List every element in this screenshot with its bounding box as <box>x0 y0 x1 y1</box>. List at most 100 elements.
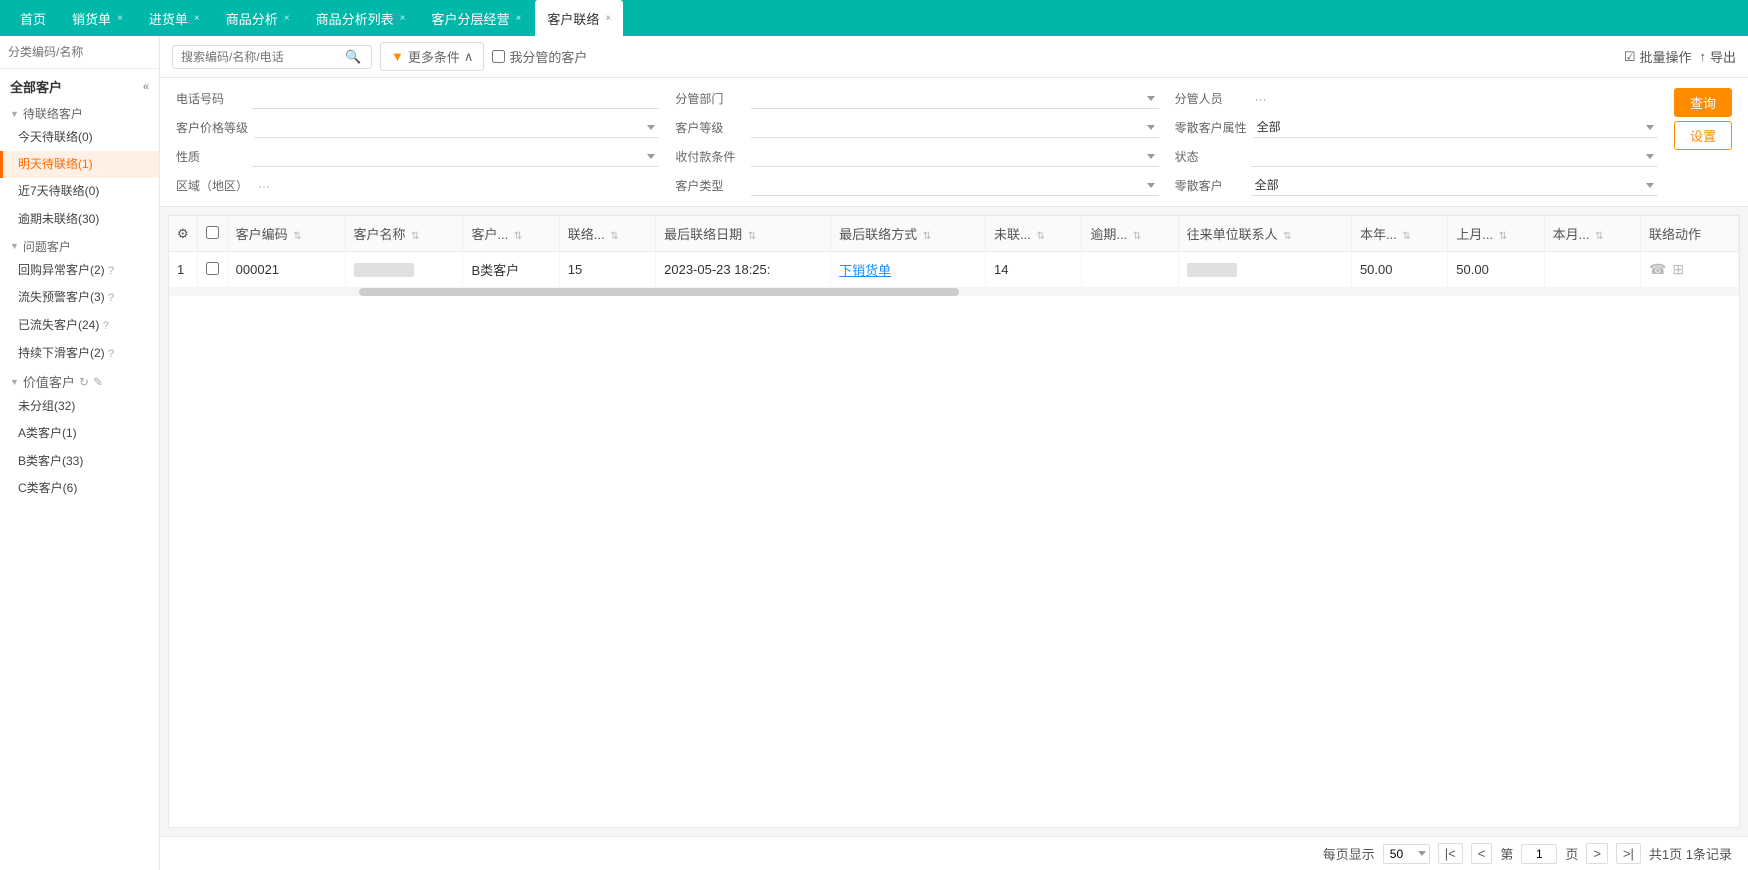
close-icon[interactable]: × <box>194 13 200 24</box>
filter-nature: 性质 <box>176 146 659 167</box>
main-search-box: 🔍 <box>172 45 372 69</box>
customer-table: ⚙ 客户编码 ⇅ 客户名称 ⇅ 客户... ⇅ 联络... ⇅ 最后联络日期 ⇅… <box>169 216 1739 288</box>
nav-purchase-order[interactable]: 进货单 × <box>137 0 212 36</box>
contact-action-icon[interactable]: ☎ <box>1649 261 1666 278</box>
batch-action-btn[interactable]: ☑ 批量操作 <box>1624 47 1692 66</box>
my-customers-checkbox[interactable] <box>492 50 505 63</box>
first-page-btn[interactable]: |< <box>1438 843 1463 864</box>
prev-page-btn[interactable]: < <box>1471 843 1493 864</box>
more-action-icon[interactable]: ⊞ <box>1672 261 1684 278</box>
filter-row-4: 区域（地区） ··· 客户类型 零散客户 全部 <box>176 175 1658 196</box>
collapse-icon[interactable]: « <box>143 81 149 93</box>
nav-customer-tier[interactable]: 客户分层经营 × <box>419 0 533 36</box>
cell-code: 000021 <box>227 252 345 288</box>
next-page-btn[interactable]: > <box>1586 843 1608 864</box>
col-gear: ⚙ <box>169 216 197 252</box>
sidebar-item-churned[interactable]: 已流失客户(24) ? <box>0 312 159 340</box>
col-this-year: 本年... ⇅ <box>1351 216 1447 252</box>
page-input[interactable] <box>1521 844 1557 864</box>
cell-name <box>345 252 463 288</box>
nav-sales-order[interactable]: 销货单 × <box>60 0 135 36</box>
chevron-up-icon: ∧ <box>464 49 474 65</box>
area-more-btn[interactable]: ··· <box>254 177 274 195</box>
sidebar-item-7days[interactable]: 近7天待联络(0) <box>0 178 159 205</box>
col-overdue: 逾期... ⇅ <box>1082 216 1178 252</box>
filter-actions: 查询 设置 <box>1674 88 1732 196</box>
sidebar-search-input[interactable] <box>8 45 160 59</box>
sidebar-item-class-b[interactable]: B类客户(33) <box>0 448 159 475</box>
close-icon[interactable]: × <box>400 13 406 24</box>
cell-contacts <box>1178 252 1351 288</box>
filter-row-3: 性质 收付款条件 状态 <box>176 146 1658 167</box>
sidebar-item-tomorrow[interactable]: 明天待联络(1) <box>0 151 159 178</box>
close-icon[interactable]: × <box>284 13 290 24</box>
row-checkbox[interactable] <box>206 262 219 275</box>
close-icon[interactable]: × <box>117 13 123 24</box>
close-icon[interactable]: × <box>515 13 521 24</box>
last-page-btn[interactable]: >| <box>1616 843 1641 864</box>
last-method-link[interactable]: 下销货单 <box>839 263 891 278</box>
dept-select[interactable] <box>751 88 1158 109</box>
export-btn[interactable]: ↑ 导出 <box>1699 47 1736 66</box>
col-last-month: 上月... ⇅ <box>1448 216 1544 252</box>
filter-phone: 电话号码 <box>176 88 659 109</box>
filter-icon: ▼ <box>391 49 404 64</box>
select-all-checkbox[interactable] <box>206 226 219 239</box>
nature-select[interactable] <box>252 146 659 167</box>
sidebar-item-churn-warning[interactable]: 流失预警客户(3) ? <box>0 284 159 312</box>
filter-customer-grade: 客户等级 <box>675 117 1158 138</box>
col-unlinked: 未联... ⇅ <box>985 216 1081 252</box>
customer-type-select[interactable] <box>751 175 1158 196</box>
sidebar-item-repurchase-abnormal[interactable]: 回购异常客户(2) ? <box>0 257 159 285</box>
total-label: 共1页 1条记录 <box>1649 844 1732 863</box>
col-last-date: 最后联络日期 ⇅ <box>656 216 831 252</box>
customer-grade-select[interactable] <box>751 117 1158 138</box>
main-search-input[interactable] <box>181 50 341 64</box>
sidebar-item-overdue[interactable]: 逾期未联络(30) <box>0 206 159 233</box>
price-grade-select[interactable] <box>254 117 659 138</box>
filter-row-2: 客户价格等级 客户等级 零散客户属性 全部 <box>176 117 1658 138</box>
filter-person: 分管人员 ··· <box>1175 90 1658 108</box>
nav-customer-contact[interactable]: 客户联络 × <box>535 0 623 36</box>
close-icon[interactable]: × <box>605 13 611 24</box>
col-contacts: 往来单位联系人 ⇅ <box>1178 216 1351 252</box>
status-select[interactable] <box>1251 146 1658 167</box>
sidebar-item-today[interactable]: 今天待联络(0) <box>0 124 159 151</box>
sidebar-item-ungrouped[interactable]: 未分组(32) <box>0 393 159 420</box>
action-icons: ☎ ⊞ <box>1649 261 1730 278</box>
nav-home[interactable]: 首页 <box>8 0 58 36</box>
nav-product-analysis-list[interactable]: 商品分析列表 × <box>304 0 418 36</box>
col-last-method: 最后联络方式 ⇅ <box>831 216 986 252</box>
cell-this-year: 50.00 <box>1351 252 1447 288</box>
query-button[interactable]: 查询 <box>1674 88 1732 117</box>
phone-input[interactable] <box>252 88 659 109</box>
horizontal-scrollbar[interactable] <box>169 288 1739 296</box>
filter-retail-attr: 零散客户属性 全部 <box>1175 117 1658 138</box>
cell-overdue <box>1082 252 1178 288</box>
sidebar-item-declining[interactable]: 持续下滑客户(2) ? <box>0 340 159 368</box>
col-actions: 联络动作 <box>1640 216 1738 252</box>
col-checkbox <box>197 216 227 252</box>
search-icon[interactable]: 🔍 <box>345 49 361 65</box>
content-area: 🔍 ▼ 更多条件 ∧ 我分管的客户 ☑ 批量操作 ↑ 导出 <box>160 36 1748 870</box>
sidebar-group-pending: 待联络客户 <box>0 100 159 124</box>
set-button[interactable]: 设置 <box>1674 121 1732 150</box>
person-more-btn[interactable]: ··· <box>1251 90 1271 108</box>
retail-attr-select[interactable]: 全部 <box>1253 117 1658 138</box>
sidebar: 🔍 全部客户 « 待联络客户 今天待联络(0) 明天待联络(1) 近7天待联络(… <box>0 36 160 870</box>
payment-select[interactable] <box>751 146 1158 167</box>
nav-product-analysis[interactable]: 商品分析 × <box>214 0 302 36</box>
cell-checkbox <box>197 252 227 288</box>
more-filter-btn[interactable]: ▼ 更多条件 ∧ <box>380 42 484 71</box>
scrollbar-thumb[interactable] <box>359 288 959 296</box>
my-customers-checkbox-label: 我分管的客户 <box>492 47 587 66</box>
sidebar-item-class-a[interactable]: A类客户(1) <box>0 420 159 447</box>
sidebar-group-problem: 问题客户 <box>0 233 159 257</box>
cell-unlinked: 14 <box>985 252 1081 288</box>
toolbar-right: ☑ 批量操作 ↑ 导出 <box>1624 47 1736 66</box>
filter-dept: 分管部门 <box>675 88 1158 109</box>
page-size-select[interactable]: 50 100 200 <box>1383 844 1430 864</box>
sidebar-item-class-c[interactable]: C类客户(6) <box>0 475 159 502</box>
filter-customer-type: 客户类型 <box>675 175 1158 196</box>
retail-customer-select[interactable]: 全部 <box>1251 175 1658 196</box>
